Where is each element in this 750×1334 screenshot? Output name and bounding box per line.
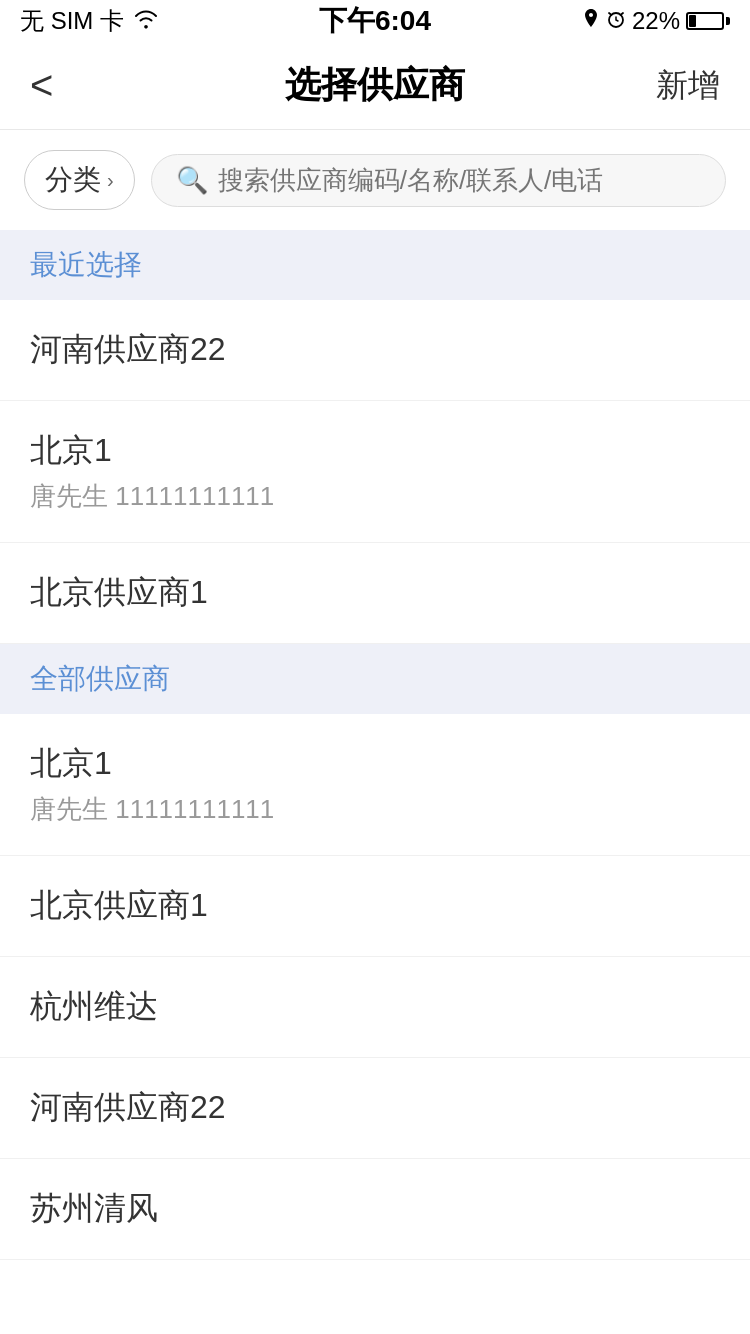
list-item[interactable]: 北京1 唐先生 11111111111 bbox=[0, 401, 750, 543]
item-sub: 唐先生 11111111111 bbox=[30, 792, 720, 827]
item-name: 河南供应商22 bbox=[30, 328, 720, 372]
item-name: 北京1 bbox=[30, 429, 720, 473]
all-section-header: 全部供应商 bbox=[0, 644, 750, 714]
search-box[interactable]: 🔍 bbox=[151, 154, 726, 207]
status-bar: 无 SIM 卡 下午6:04 22% bbox=[0, 0, 750, 42]
item-name: 北京1 bbox=[30, 742, 720, 786]
list-item[interactable]: 河南供应商22 bbox=[0, 300, 750, 401]
alarm-icon bbox=[606, 7, 626, 35]
nav-bar: < 选择供应商 新增 bbox=[0, 42, 750, 130]
item-sub: 唐先生 11111111111 bbox=[30, 479, 720, 514]
status-carrier: 无 SIM 卡 bbox=[20, 5, 160, 37]
new-supplier-button[interactable]: 新增 bbox=[656, 64, 720, 108]
status-icons: 22% bbox=[582, 7, 730, 35]
item-name: 河南供应商22 bbox=[30, 1086, 720, 1130]
list-item[interactable]: 杭州维达 bbox=[0, 957, 750, 1058]
list-item[interactable]: 北京供应商1 bbox=[0, 543, 750, 644]
item-name: 苏州清风 bbox=[30, 1187, 720, 1231]
item-name: 北京供应商1 bbox=[30, 571, 720, 615]
chevron-right-icon: › bbox=[107, 169, 114, 192]
recent-section-header: 最近选择 bbox=[0, 230, 750, 300]
search-input[interactable] bbox=[218, 165, 701, 196]
item-name: 杭州维达 bbox=[30, 985, 720, 1029]
list-item[interactable]: 苏州清风 bbox=[0, 1159, 750, 1260]
search-icon: 🔍 bbox=[176, 165, 208, 196]
category-label: 分类 bbox=[45, 161, 101, 199]
search-area: 分类 › 🔍 bbox=[0, 130, 750, 230]
list-item[interactable]: 北京1 唐先生 11111111111 bbox=[0, 714, 750, 856]
back-button[interactable]: < bbox=[30, 63, 90, 108]
category-filter-button[interactable]: 分类 › bbox=[24, 150, 135, 210]
recent-list: 河南供应商22 北京1 唐先生 11111111111 北京供应商1 bbox=[0, 300, 750, 644]
list-item[interactable]: 北京供应商1 bbox=[0, 856, 750, 957]
item-name: 北京供应商1 bbox=[30, 884, 720, 928]
status-time: 下午6:04 bbox=[319, 2, 431, 40]
battery-icon bbox=[686, 12, 730, 30]
page-title: 选择供应商 bbox=[285, 61, 465, 110]
all-list: 北京1 唐先生 11111111111 北京供应商1 杭州维达河南供应商22 苏州清风 bbox=[0, 714, 750, 1260]
wifi-icon bbox=[132, 7, 160, 35]
battery-percentage: 22% bbox=[632, 7, 680, 35]
location-icon bbox=[582, 7, 600, 35]
list-item[interactable]: 河南供应商22 bbox=[0, 1058, 750, 1159]
